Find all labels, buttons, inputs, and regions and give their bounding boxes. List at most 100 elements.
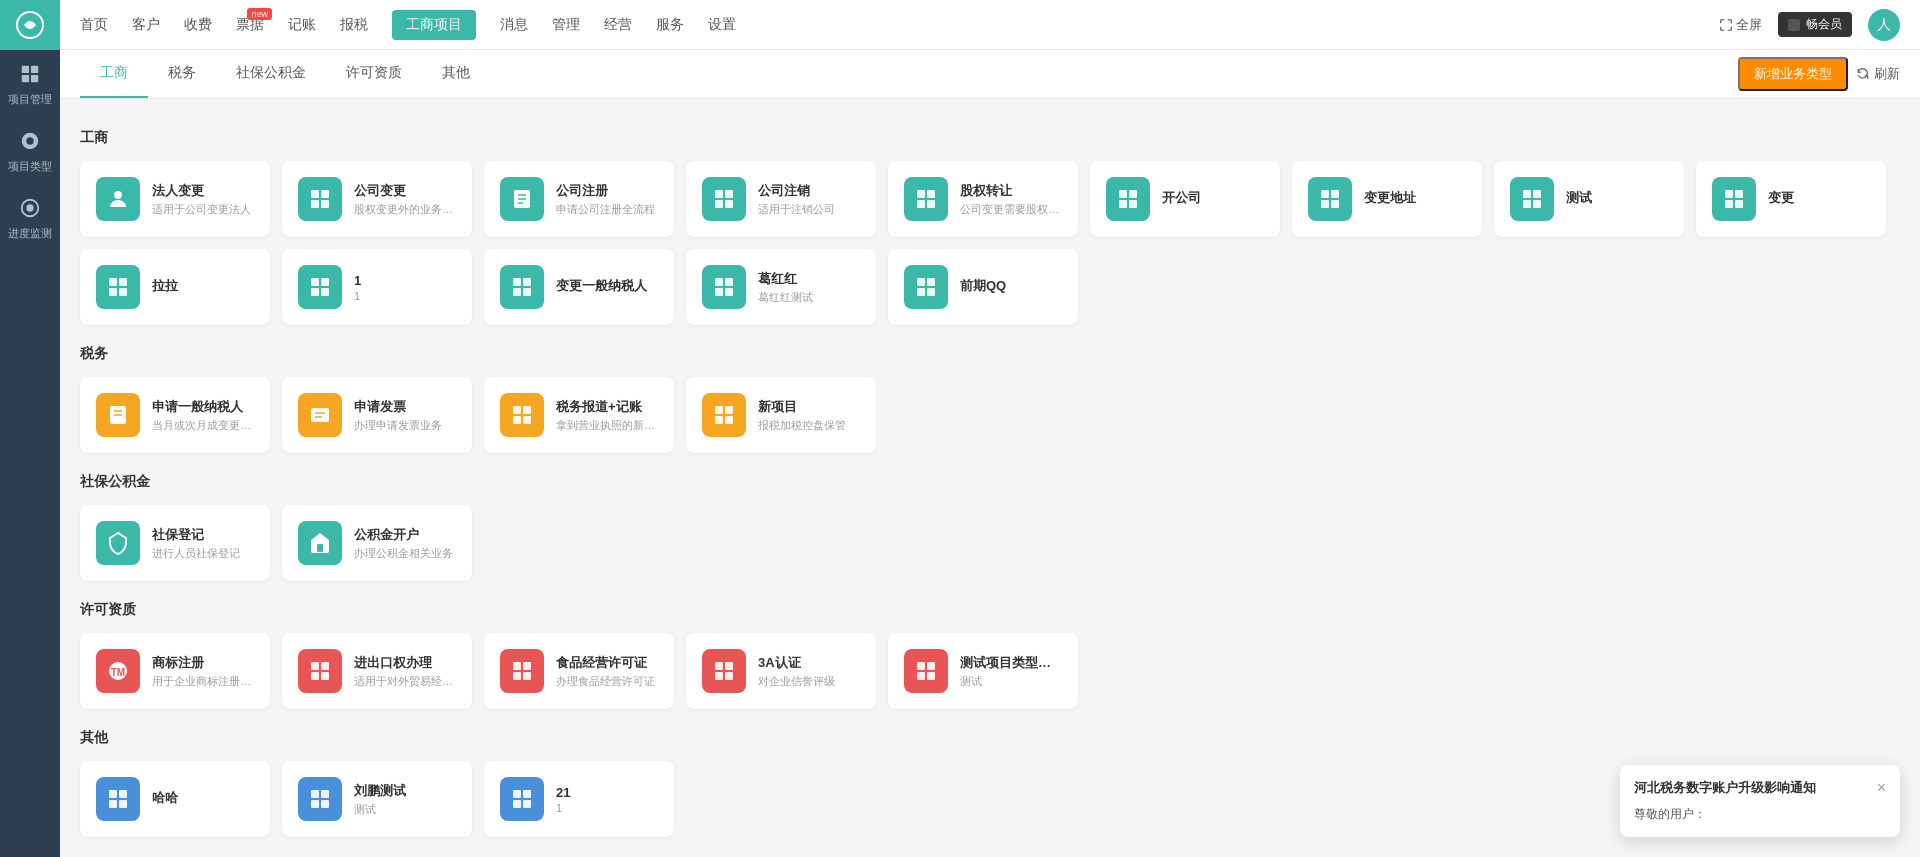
top-nav: 首页 客户 收费 票据 new 记账 报税 工商项目 消息 管理 经营 服务 设…: [60, 0, 1920, 50]
card-one[interactable]: 11: [282, 249, 472, 325]
svg-rect-96: [109, 790, 117, 798]
card-test-type-def[interactable]: 测试项目类型目定义测试: [888, 633, 1078, 709]
card-icon-3a-cert: [702, 649, 746, 693]
card-sub-test-type-def: 测试: [960, 674, 1062, 689]
card-tax-report[interactable]: 税务报道+记账拿到营业执照的新公司: [484, 377, 674, 453]
card-title-trademark: 商标注册: [152, 654, 254, 672]
sidebar-item-progress-monitor[interactable]: 进度监测: [0, 184, 60, 251]
svg-rect-62: [927, 288, 935, 296]
progress-monitor-icon: [16, 194, 44, 222]
card-icon-company-register: [500, 177, 544, 221]
nav-message[interactable]: 消息: [500, 12, 528, 38]
card-title-company-register: 公司注册: [556, 182, 658, 200]
nav-settings[interactable]: 设置: [708, 12, 736, 38]
svg-rect-50: [321, 288, 329, 296]
card-open-company[interactable]: 开公司: [1090, 161, 1280, 237]
vip-btn[interactable]: 畅会员: [1778, 12, 1852, 37]
new-business-btn[interactable]: 新增业务类型: [1738, 57, 1848, 91]
sidebar-item-project-type-label: 项目类型: [8, 159, 52, 174]
tab-shebao[interactable]: 社保公积金: [216, 50, 326, 98]
card-sub-trademark: 用于企业商标注册服务: [152, 674, 254, 689]
card-icon-liupeng-test: [298, 777, 342, 821]
card-trademark[interactable]: TM商标注册用于企业商标注册服务: [80, 633, 270, 709]
nav-service[interactable]: 服务: [656, 12, 684, 38]
project-type-icon: [16, 127, 44, 155]
nav-invoice[interactable]: 票据 new: [236, 12, 264, 38]
card-twentyone[interactable]: 211: [484, 761, 674, 837]
card-apply-invoice[interactable]: 申请发票办理申请发票业务: [282, 377, 472, 453]
card-equity-transfer[interactable]: 股权转让公司变更需要股权转让: [888, 161, 1078, 237]
card-icon-apply-invoice: [298, 393, 342, 437]
card-company-change[interactable]: 公司变更股权变更外的业务变更: [282, 161, 472, 237]
svg-rect-85: [523, 662, 531, 670]
nav-accounting[interactable]: 记账: [288, 12, 316, 38]
card-fund-open[interactable]: 公积金开户办理公积金相关业务: [282, 505, 472, 581]
fullscreen-btn[interactable]: 全屏: [1719, 16, 1762, 34]
card-change2[interactable]: 变更: [1696, 161, 1886, 237]
card-mahonghong[interactable]: 葛红红葛红红测试: [686, 249, 876, 325]
refresh-label: 刷新: [1874, 65, 1900, 83]
svg-rect-58: [725, 288, 733, 296]
card-test[interactable]: 测试: [1494, 161, 1684, 237]
card-import-export[interactable]: 进出口权办理适用于对外贸易经营者: [282, 633, 472, 709]
card-title-open-company: 开公司: [1162, 189, 1264, 207]
tab-other[interactable]: 其他: [422, 50, 490, 98]
sidebar-item-progress-monitor-label: 进度监测: [8, 226, 52, 241]
card-sub-apply-invoice: 办理申请发票业务: [354, 418, 456, 433]
main-area: 首页 客户 收费 票据 new 记账 报税 工商项目 消息 管理 经营 服务 设…: [60, 0, 1920, 857]
svg-rect-40: [1735, 190, 1743, 198]
svg-rect-43: [109, 278, 117, 286]
nav-manage[interactable]: 管理: [552, 12, 580, 38]
avatar[interactable]: 人: [1868, 9, 1900, 41]
vip-label: 畅会员: [1806, 17, 1842, 31]
card-icon-legal-change: [96, 177, 140, 221]
svg-rect-14: [321, 200, 329, 208]
card-lala[interactable]: 拉拉: [80, 249, 270, 325]
nav-customer[interactable]: 客户: [132, 12, 160, 38]
cards-grid-shuiwu: 申请一般纳税人当月或次月成变更完成申请发票办理申请发票业务 税务报道+记账拿到营…: [80, 377, 1900, 453]
card-qianqi-qq[interactable]: 前期QQ: [888, 249, 1078, 325]
tab-gongshang[interactable]: 工商: [80, 50, 148, 98]
nav-business[interactable]: 工商项目: [392, 10, 476, 40]
cards-grid-shebao: 社保登记进行人员社保登记公积金开户办理公积金相关业务: [80, 505, 1900, 581]
card-company-register[interactable]: 公司注册申请公司注册全流程: [484, 161, 674, 237]
notification-close[interactable]: ×: [1877, 779, 1886, 797]
svg-rect-76: [725, 416, 733, 424]
refresh-btn[interactable]: 刷新: [1856, 65, 1900, 83]
nav-operation[interactable]: 经营: [604, 12, 632, 38]
nav-tax[interactable]: 报税: [340, 12, 368, 38]
card-legal-change[interactable]: 法人变更适用于公司变更法人: [80, 161, 270, 237]
card-3a-cert[interactable]: 3A认证对企业信誉评级: [686, 633, 876, 709]
card-new-project[interactable]: 新项目报税加税控盘保管: [686, 377, 876, 453]
tab-shuiwu[interactable]: 税务: [148, 50, 216, 98]
svg-point-6: [26, 137, 33, 144]
sidebar-item-project-manage-label: 项目管理: [8, 92, 52, 107]
svg-rect-52: [523, 278, 531, 286]
top-nav-right: 全屏 畅会员 人: [1719, 9, 1900, 41]
card-sub-food-license: 办理食品经营许可证: [556, 674, 658, 689]
svg-rect-95: [927, 672, 935, 680]
card-haha[interactable]: 哈哈: [80, 761, 270, 837]
card-apply-taxpayer[interactable]: 申请一般纳税人当月或次月成变更完成: [80, 377, 270, 453]
card-title-tax-report: 税务报道+记账: [556, 398, 658, 416]
card-food-license[interactable]: 食品经营许可证办理食品经营许可证: [484, 633, 674, 709]
sidebar-item-project-manage[interactable]: 项目管理: [0, 50, 60, 117]
card-liupeng-test[interactable]: 刘鹏测试测试: [282, 761, 472, 837]
svg-rect-75: [715, 416, 723, 424]
card-social-register[interactable]: 社保登记进行人员社保登记: [80, 505, 270, 581]
svg-rect-38: [1533, 200, 1541, 208]
sidebar-item-project-type[interactable]: 项目类型: [0, 117, 60, 184]
card-company-cancel[interactable]: 公司注销适用于注销公司: [686, 161, 876, 237]
svg-rect-59: [917, 278, 925, 286]
card-sub-equity-transfer: 公司变更需要股权转让: [960, 202, 1062, 217]
svg-rect-9: [1788, 19, 1800, 31]
nav-billing[interactable]: 收费: [184, 12, 212, 38]
nav-home[interactable]: 首页: [80, 12, 108, 38]
tab-xuke[interactable]: 许可资质: [326, 50, 422, 98]
invoice-badge: new: [247, 8, 272, 20]
svg-rect-35: [1523, 190, 1531, 198]
card-icon-qianqi-qq: [904, 265, 948, 309]
card-change-taxpayer[interactable]: 变更一般纳税人: [484, 249, 674, 325]
card-change-address[interactable]: 变更地址: [1292, 161, 1482, 237]
svg-rect-82: [311, 672, 319, 680]
